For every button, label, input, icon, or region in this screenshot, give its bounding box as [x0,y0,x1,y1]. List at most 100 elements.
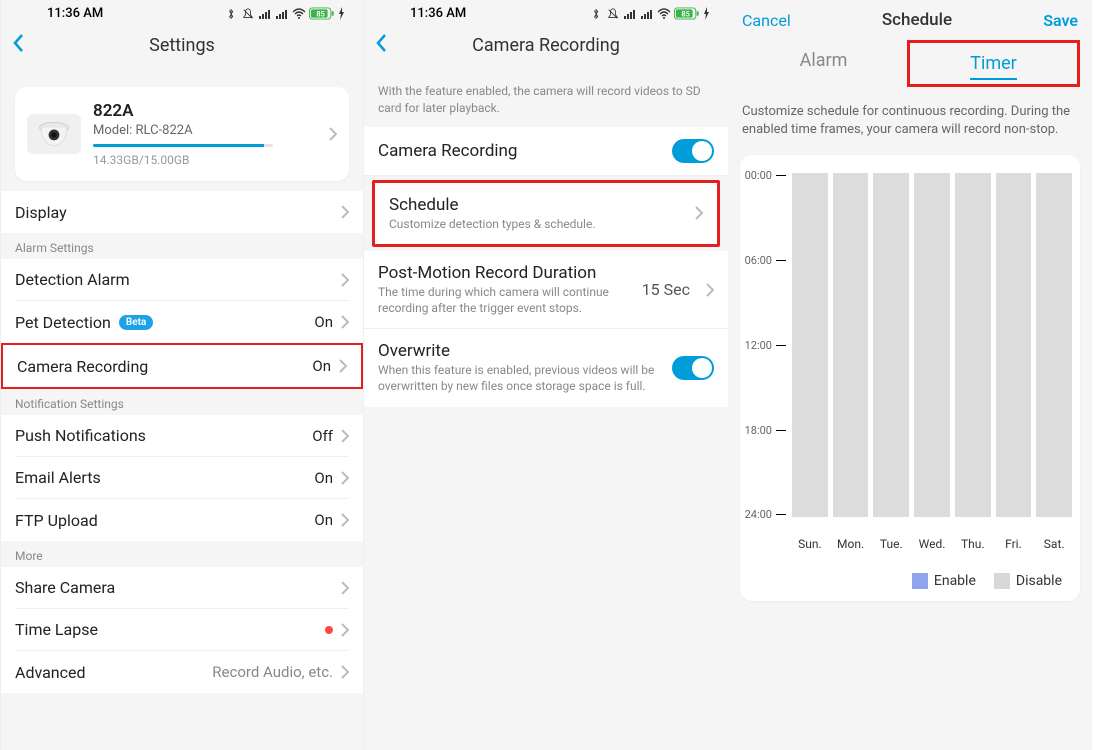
dnd-icon [241,8,255,20]
camera-card[interactable]: 822A Model: RLC-822A 14.33GB/15.00GB [15,87,349,181]
toggle-on-icon[interactable] [672,139,714,163]
row-display-group: Display [1,191,363,233]
row-label: Camera Recording [17,357,148,376]
row-schedule[interactable]: Schedule Customize detection types & sch… [375,183,717,245]
row-advanced[interactable]: Advanced Record Audio, etc. [15,651,349,693]
time-axis: 00:00 06:00 12:00 18:00 24:00 [748,169,792,521]
row-pet-detection[interactable]: Pet Detection Beta On [15,301,349,343]
status-bar: 11:36 AM 85 [1,0,363,23]
page-title: Schedule [882,10,952,30]
section-alarm: Alarm Settings [1,233,363,259]
tab-row: Alarm Timer [728,34,1092,93]
row-overwrite[interactable]: Overwrite When this feature is enabled, … [364,329,728,406]
chevron-right-icon [341,623,349,637]
chevron-right-icon [341,429,349,443]
signal1-icon [258,8,272,20]
chevron-right-icon [341,273,349,287]
chevron-right-icon [341,205,349,219]
row-camera-recording-toggle[interactable]: Camera Recording [364,127,728,176]
row-camera-recording[interactable]: Camera Recording On [17,345,347,387]
camera-thumbnail [27,114,81,154]
status-icons: 85 [589,7,710,20]
header: Camera Recording [364,23,728,67]
screen-camera-recording: 11:36 AM 85 Camera Recording With the fe… [364,0,728,750]
legend-enable: Enable [912,573,976,589]
storage-progress [93,144,273,147]
header: Cancel Schedule Save [728,0,1092,34]
chevron-right-icon [341,471,349,485]
page-title: Settings [149,35,215,56]
day-column-wed[interactable] [914,173,950,517]
storage-text: 14.33GB/15.00GB [93,153,317,167]
row-display[interactable]: Display [15,191,349,233]
chevron-right-icon [329,127,337,141]
row-share-camera[interactable]: Share Camera [15,567,349,609]
signal1-icon [623,8,637,20]
bluetooth-icon [224,8,238,20]
row-label: Pet Detection [15,313,111,332]
legend-disable: Disable [994,573,1062,589]
svg-text:85: 85 [681,10,689,19]
swatch-disable-icon [994,573,1010,589]
status-time: 11:36 AM [47,6,103,21]
day-column-fri[interactable] [996,173,1032,517]
day-column-tue[interactable] [873,173,909,517]
day-column-sun[interactable] [792,173,828,517]
signal2-icon [275,8,289,20]
wifi-icon [657,8,671,20]
charging-icon [338,7,345,20]
screen-schedule: Cancel Schedule Save Alarm Timer Customi… [728,0,1092,750]
day-labels: Sun. Mon. Tue. Wed. Thu. Fri. Sat. [748,537,1072,551]
status-bar: 11:36 AM 85 [364,0,728,23]
beta-badge: Beta [119,315,153,330]
swatch-enable-icon [912,573,928,589]
header: Settings [1,23,363,67]
row-post-motion[interactable]: Post-Motion Record Duration The time dur… [364,251,728,329]
tab-alarm[interactable]: Alarm [740,40,907,87]
battery-icon: 85 [674,7,700,20]
chevron-right-icon [341,581,349,595]
save-button[interactable]: Save [1043,11,1078,30]
row-email[interactable]: Email Alerts On [15,457,349,499]
section-more: More [1,541,363,567]
notification-dot-icon [325,626,333,634]
charging-icon [703,7,710,20]
row-detection-alarm[interactable]: Detection Alarm [15,259,349,301]
back-button[interactable] [374,32,388,58]
row-label: Detection Alarm [15,270,130,289]
post-motion-value: 15 Sec [642,280,690,299]
page-title: Camera Recording [472,35,620,56]
row-value: On [312,357,331,375]
day-column-mon[interactable] [833,173,869,517]
back-button[interactable] [11,32,25,58]
days-grid[interactable] [792,169,1072,521]
cancel-button[interactable]: Cancel [742,11,791,30]
section-notification: Notification Settings [1,389,363,415]
row-ftp[interactable]: FTP Upload On [15,499,349,541]
camera-card-body: 822A Model: RLC-822A 14.33GB/15.00GB [93,101,317,167]
day-column-thu[interactable] [955,173,991,517]
intro-text: With the feature enabled, the camera wil… [364,67,728,127]
tab-timer[interactable]: Timer [907,40,1080,87]
chevron-right-icon [341,513,349,527]
chevron-right-icon [341,315,349,329]
toggle-on-icon[interactable] [672,356,714,380]
screen-settings: 11:36 AM 85 Settings 822A Model: RLC-822… [0,0,364,750]
svg-text:85: 85 [316,10,324,19]
row-push[interactable]: Push Notifications Off [15,415,349,457]
dome-camera-icon [36,120,72,148]
schedule-grid-card: 00:00 06:00 12:00 18:00 24:00 Sun. Mon. … [740,155,1080,601]
chevron-right-icon [339,359,347,373]
camera-name: 822A [93,101,317,121]
battery-icon: 85 [309,7,335,20]
day-column-sat[interactable] [1036,173,1072,517]
row-label: Display [15,203,67,222]
row-value: On [314,313,333,331]
camera-model: Model: RLC-822A [93,123,317,138]
signal2-icon [640,8,654,20]
row-time-lapse[interactable]: Time Lapse [15,609,349,651]
legend: Enable Disable [748,573,1072,589]
dnd-icon [606,8,620,20]
status-icons: 85 [224,7,345,20]
chevron-right-icon [695,206,703,220]
